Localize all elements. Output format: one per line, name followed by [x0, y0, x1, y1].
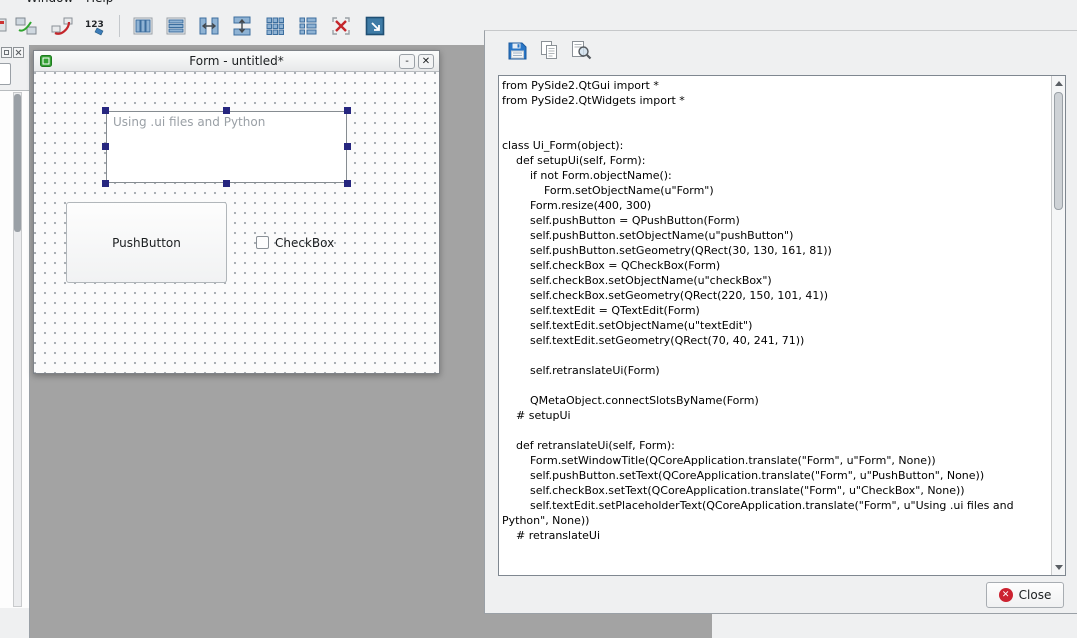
- menu-help[interactable]: Help: [86, 0, 113, 5]
- layout-form-icon[interactable]: [296, 14, 320, 38]
- pushbutton-widget[interactable]: PushButton: [66, 202, 227, 283]
- menubar: Window Help: [0, 0, 1077, 8]
- save-icon[interactable]: [505, 38, 529, 62]
- layout-vertical-icon[interactable]: [164, 14, 188, 38]
- copy-icon[interactable]: [537, 38, 561, 62]
- textedit-widget[interactable]: Using .ui files and Python: [106, 111, 347, 183]
- layout-grid-icon[interactable]: [263, 14, 287, 38]
- resize-handle[interactable]: [344, 107, 351, 114]
- widget-box-scrollbar-thumb[interactable]: [14, 94, 21, 232]
- edit-tab-order-icon[interactable]: 123: [84, 14, 108, 38]
- widget-filter-input[interactable]: [0, 63, 11, 85]
- close-button[interactable]: ✕ Close: [986, 582, 1064, 608]
- close-button-label: Close: [1019, 588, 1052, 602]
- resize-handle[interactable]: [344, 180, 351, 187]
- layout-horizontal-icon[interactable]: [131, 14, 155, 38]
- edit-signals-slots-icon[interactable]: [14, 14, 38, 38]
- code-text: from PySide2.QtGui import * from PySide2…: [499, 76, 1051, 575]
- close-window-button[interactable]: ✕: [418, 54, 434, 69]
- toolbar-separator: [119, 15, 120, 37]
- dock-close-icon[interactable]: [13, 47, 24, 58]
- widget-box-scrollbar[interactable]: [13, 92, 22, 607]
- resize-handle[interactable]: [223, 180, 230, 187]
- dock-float-icon[interactable]: [1, 47, 12, 58]
- form-window-titlebar[interactable]: Form - untitled* - ✕: [34, 51, 439, 72]
- layout-vertical-splitter-icon[interactable]: [230, 14, 254, 38]
- menu-window[interactable]: Window: [26, 0, 73, 5]
- code-scrollbar-thumb[interactable]: [1054, 92, 1063, 210]
- code-view[interactable]: from PySide2.QtGui import * from PySide2…: [498, 75, 1066, 576]
- code-scrollbar[interactable]: [1051, 76, 1065, 575]
- widget-box-dock: [0, 45, 30, 638]
- code-preview-dialog: from PySide2.QtGui import * from PySide2…: [484, 30, 1077, 614]
- svg-text:123: 123: [85, 20, 104, 30]
- qt-designer-app: Window Help 123: [0, 0, 1077, 638]
- scroll-down-icon[interactable]: [1055, 565, 1063, 570]
- main-toolbar: 123: [0, 10, 484, 44]
- resize-handle[interactable]: [344, 143, 351, 150]
- checkbox-indicator[interactable]: [256, 236, 269, 249]
- widget-box-list[interactable]: [0, 90, 29, 608]
- edit-widgets-icon[interactable]: [0, 14, 12, 38]
- checkbox-widget[interactable]: CheckBox: [256, 222, 357, 263]
- pushbutton-label: PushButton: [112, 236, 181, 250]
- form-editor-window[interactable]: Form - untitled* - ✕ Using .ui files and…: [33, 50, 440, 374]
- checkbox-label: CheckBox: [275, 236, 334, 250]
- layout-horizontal-splitter-icon[interactable]: [197, 14, 221, 38]
- resource-browser-dock: <resource root>: [712, 614, 1077, 638]
- adjust-size-icon[interactable]: [363, 14, 387, 38]
- resize-handle[interactable]: [102, 180, 109, 187]
- form-canvas[interactable]: Using .ui files and Python PushButton Ch…: [34, 72, 439, 373]
- scroll-up-icon[interactable]: [1055, 81, 1063, 86]
- edit-buddies-icon[interactable]: [50, 14, 74, 38]
- close-icon: ✕: [999, 588, 1013, 602]
- resize-handle[interactable]: [102, 107, 109, 114]
- break-layout-icon[interactable]: [329, 14, 353, 38]
- resize-handle[interactable]: [223, 107, 230, 114]
- find-icon[interactable]: [569, 38, 593, 62]
- minimize-button[interactable]: -: [399, 54, 415, 69]
- resize-handle[interactable]: [102, 143, 109, 150]
- textedit-placeholder: Using .ui files and Python: [107, 112, 346, 132]
- form-window-title: Form - untitled*: [34, 54, 439, 68]
